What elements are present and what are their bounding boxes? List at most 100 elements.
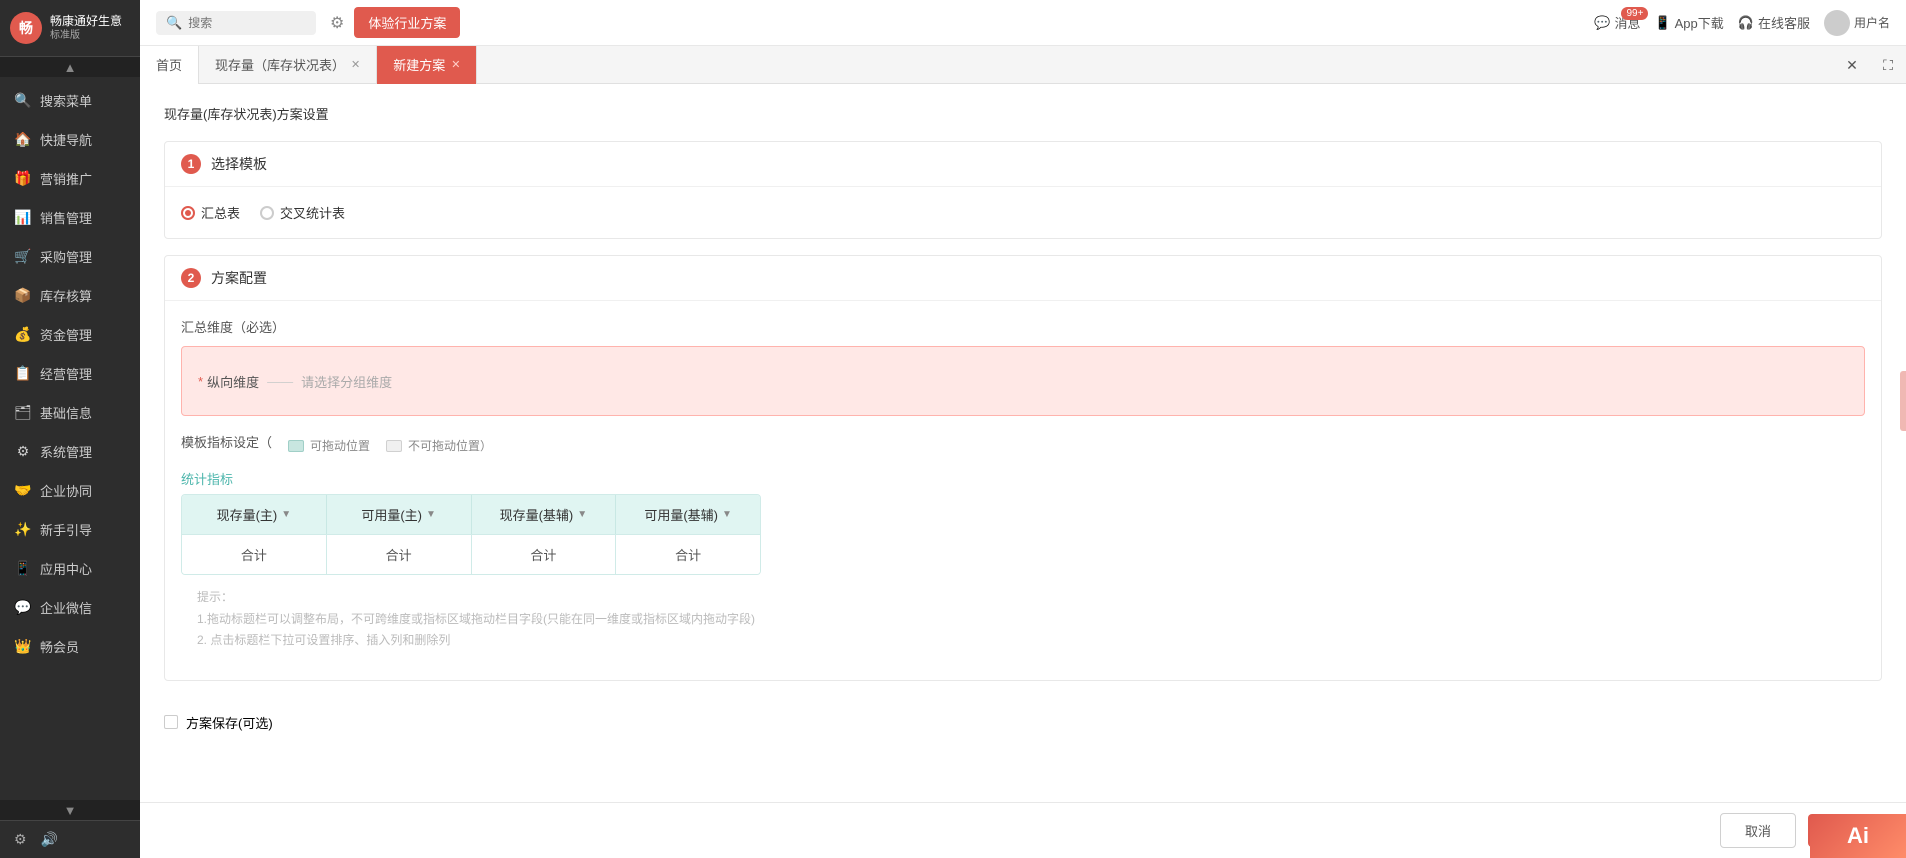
dimension-area[interactable]: * 纵向维度 —— 请选择分组维度 [181, 346, 1865, 416]
window-expand-icon[interactable]: ⛶ [1870, 46, 1906, 84]
dimension-placeholder: 请选择分组维度 [301, 372, 392, 391]
tabbar: 首页 现存量（库存状况表） ✕ 新建方案 ✕ ✕ ⛶ [140, 46, 1906, 84]
tab-new-scheme[interactable]: 新建方案 ✕ [377, 46, 477, 84]
enterprise-icon: 🤝 [14, 482, 32, 500]
sidebar-item-marketing[interactable]: 🎁 营销推广 [0, 159, 140, 198]
guide-icon: ✨ [14, 521, 32, 539]
sidebar-item-inventory[interactable]: 📦 库存核算 [0, 276, 140, 315]
col-current-aux[interactable]: 现存量(基辅) ▼ [472, 495, 617, 534]
section1-title: 选择模板 [211, 154, 267, 174]
sidebar-item-basic-info[interactable]: 🗂 基础信息 [0, 393, 140, 432]
message-button[interactable]: 💬 消息 99+ [1594, 13, 1640, 32]
service-button[interactable]: 🎧 在线客服 [1738, 13, 1810, 32]
tip-2-text: 2. 点击标题栏下拉可设置排序、插入列和删除列 [197, 630, 450, 652]
section-config: 2 方案配置 汇总维度（必选） * 纵向维度 —— 请选择分组维度 [164, 255, 1882, 681]
search-icon: 🔍 [166, 15, 182, 31]
mobile-icon: 📱 [1654, 15, 1670, 31]
sidebar-item-quick-nav[interactable]: 🏠 快捷导航 [0, 120, 140, 159]
draggable-legend-label: 可拖动位置 [310, 437, 370, 454]
radio-summary-button[interactable] [181, 206, 195, 220]
app-download-button[interactable]: 📱 App下载 [1654, 13, 1723, 32]
cell-1-2: 合计 [327, 535, 472, 574]
col-chevron-3[interactable]: ▼ [577, 509, 587, 520]
sidebar-item-label: 销售管理 [40, 208, 92, 227]
tip-2: 2. 点击标题栏下拉可设置排序、插入列和删除列 [197, 630, 1849, 652]
sidebar-item-label: 库存核算 [40, 286, 92, 305]
sidebar-item-search-menu[interactable]: 🔍 搜索菜单 [0, 81, 140, 120]
search-menu-icon: 🔍 [14, 92, 32, 110]
marketing-icon: 🎁 [14, 170, 32, 188]
topbar: 🔍 ⚙ 体验行业方案 💬 消息 99+ 📱 App下载 🎧 在线客服 用户名 [140, 0, 1906, 46]
sidebar-scroll-down[interactable]: ▼ [0, 800, 140, 820]
ai-badge[interactable]: Ai [1810, 814, 1906, 858]
sidebar-item-system[interactable]: ⚙ 系统管理 [0, 432, 140, 471]
tips-area: 提示： 1.拖动标题栏可以调整布局，不可跨维度或指标区域拖动栏目字段(只能在同一… [181, 575, 1865, 664]
sidebar-item-purchase[interactable]: 🛒 采购管理 [0, 237, 140, 276]
col-available-aux[interactable]: 可用量(基辅) ▼ [616, 495, 760, 534]
sidebar-item-enterprise[interactable]: 🤝 企业协同 [0, 471, 140, 510]
dimension-label: 汇总维度（必选） [181, 317, 1865, 336]
main-area: 🔍 ⚙ 体验行业方案 💬 消息 99+ 📱 App下载 🎧 在线客服 用户名 [140, 0, 1906, 858]
sidebar-item-operations[interactable]: 📋 经营管理 [0, 354, 140, 393]
sidebar-item-guide[interactable]: ✨ 新手引导 [0, 510, 140, 549]
dimension-required-mark: * [198, 374, 203, 389]
stats-table: 现存量(主) ▼ 可用量(主) ▼ 现存量(基辅) ▼ [181, 494, 761, 575]
sidebar-item-app-center[interactable]: 📱 应用中心 [0, 549, 140, 588]
radio-cross[interactable]: 交叉统计表 [260, 203, 345, 222]
section1-number: 1 [181, 154, 201, 174]
settings-gear-icon[interactable]: ⚙ [330, 13, 344, 33]
sidebar-item-wechat[interactable]: 💬 企业微信 [0, 588, 140, 627]
radio-summary-label: 汇总表 [201, 203, 240, 222]
message-badge: 99+ [1621, 7, 1648, 20]
save-checkbox[interactable] [164, 715, 178, 729]
sales-icon: 📊 [14, 209, 32, 227]
cancel-button[interactable]: 取消 [1720, 813, 1796, 848]
quick-nav-icon: 🏠 [14, 131, 32, 149]
scroll-indicator[interactable] [1900, 371, 1906, 431]
search-input[interactable] [188, 16, 298, 30]
search-box[interactable]: 🔍 [156, 11, 316, 35]
section1-header: 1 选择模板 [165, 142, 1881, 187]
tab-home[interactable]: 首页 [140, 46, 199, 84]
fixed-legend-label: 不可拖动位置） [408, 437, 492, 454]
stats-table-header: 现存量(主) ▼ 可用量(主) ▼ 现存量(基辅) ▼ [182, 495, 760, 534]
basic-info-icon: 🗂 [14, 404, 32, 422]
sidebar-scroll-up[interactable]: ▲ [0, 57, 140, 77]
window-controls: ✕ ⛶ [1834, 46, 1906, 84]
col-chevron-4[interactable]: ▼ [722, 509, 732, 520]
sound-icon[interactable]: 🔊 [41, 831, 58, 848]
radio-cross-button[interactable] [260, 206, 274, 220]
section2-body: 汇总维度（必选） * 纵向维度 —— 请选择分组维度 [165, 301, 1881, 432]
col-current-main[interactable]: 现存量(主) ▼ [182, 495, 327, 534]
purchase-icon: 🛒 [14, 248, 32, 266]
sidebar-item-label: 采购管理 [40, 247, 92, 266]
sidebar-item-vip[interactable]: 👑 畅会员 [0, 627, 140, 666]
system-icon: ⚙ [14, 443, 32, 461]
radio-summary[interactable]: 汇总表 [181, 203, 240, 222]
window-close-icon[interactable]: ✕ [1834, 46, 1870, 84]
trial-button[interactable]: 体验行业方案 [354, 7, 460, 38]
sidebar-item-label: 企业微信 [40, 598, 92, 617]
tab-inventory-label: 现存量（库存状况表） [215, 55, 345, 74]
sidebar-item-label: 搜索菜单 [40, 91, 92, 110]
sidebar-item-finance[interactable]: 💰 资金管理 [0, 315, 140, 354]
section2-number: 2 [181, 268, 201, 288]
col-chevron-2[interactable]: ▼ [426, 509, 436, 520]
wechat-icon: 💬 [14, 599, 32, 617]
app-center-icon: 📱 [14, 560, 32, 578]
tab-inventory-status[interactable]: 现存量（库存状况表） ✕ [199, 46, 377, 84]
sidebar-item-label: 企业协同 [40, 481, 92, 500]
radio-cross-label: 交叉统计表 [280, 203, 345, 222]
user-menu[interactable]: 用户名 [1824, 10, 1890, 36]
topbar-right: 💬 消息 99+ 📱 App下载 🎧 在线客服 用户名 [1594, 10, 1890, 36]
tip-1-text: 1.拖动标题栏可以调整布局，不可跨维度或指标区域拖动栏目字段(只能在同一维度或指… [197, 609, 755, 631]
tab-new-close-icon[interactable]: ✕ [451, 58, 460, 71]
tab-inventory-close-icon[interactable]: ✕ [351, 58, 360, 71]
col-available-main[interactable]: 可用量(主) ▼ [327, 495, 472, 534]
sidebar-item-sales[interactable]: 📊 销售管理 [0, 198, 140, 237]
username: 用户名 [1854, 14, 1890, 31]
col-chevron-1[interactable]: ▼ [281, 509, 291, 520]
sidebar-item-label: 应用中心 [40, 559, 92, 578]
legend-draggable: 可拖动位置 [288, 437, 370, 454]
settings-icon[interactable]: ⚙ [14, 831, 27, 848]
